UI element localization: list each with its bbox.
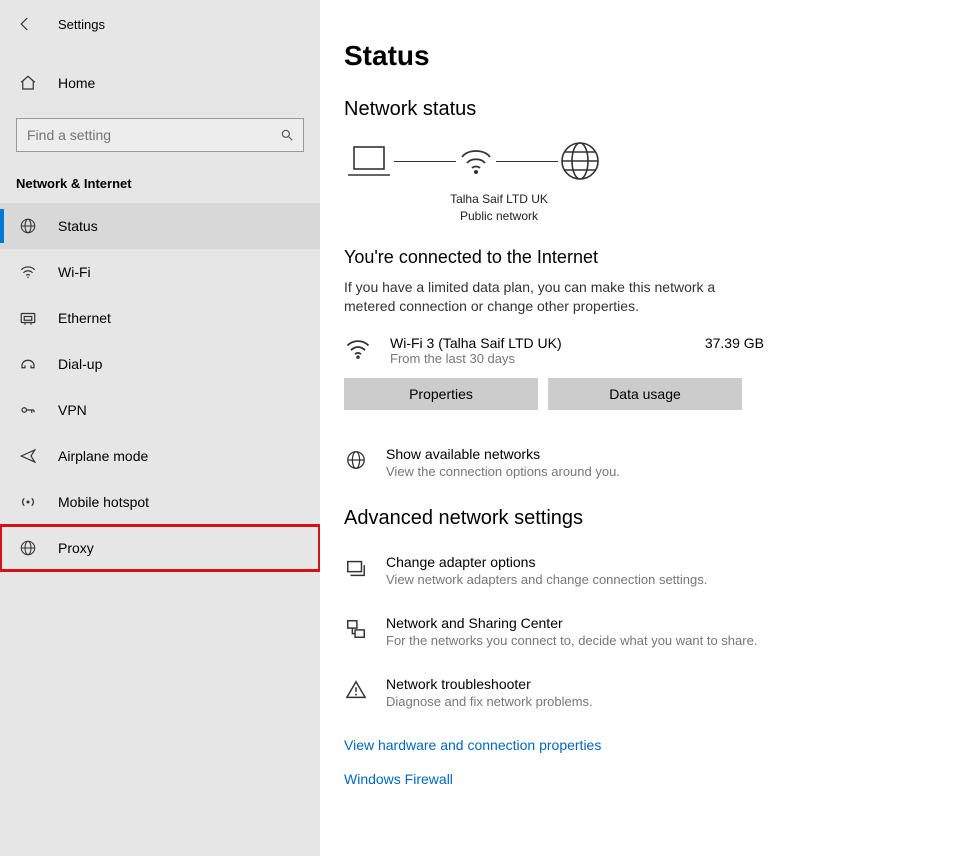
- sidebar-item-dialup[interactable]: Dial-up: [0, 341, 320, 387]
- sidebar-item-label: Proxy: [58, 540, 94, 556]
- ethernet-icon: [18, 308, 38, 328]
- windows-firewall-link[interactable]: Windows Firewall: [344, 771, 944, 787]
- network-name: Talha Saif LTD UK: [424, 191, 574, 208]
- sidebar-item-ethernet[interactable]: Ethernet: [0, 295, 320, 341]
- advanced-heading: Advanced network settings: [344, 507, 944, 530]
- troubleshooter-row[interactable]: Network troubleshooter Diagnose and fix …: [344, 676, 864, 709]
- back-icon[interactable]: [16, 15, 34, 33]
- button-row: Properties Data usage: [344, 378, 944, 410]
- app-title: Settings: [58, 17, 105, 32]
- option-sub: View network adapters and change connect…: [386, 572, 707, 587]
- data-usage-button[interactable]: Data usage: [548, 378, 742, 410]
- option-sub: For the networks you connect to, decide …: [386, 633, 757, 648]
- network-diagram: [344, 139, 944, 183]
- usage-amount: 37.39 GB: [705, 335, 764, 351]
- sharing-center-row[interactable]: Network and Sharing Center For the netwo…: [344, 615, 864, 648]
- sidebar-item-proxy[interactable]: Proxy: [0, 525, 320, 571]
- sidebar-item-airplane[interactable]: Airplane mode: [0, 433, 320, 479]
- network-type: Public network: [424, 208, 574, 225]
- airplane-icon: [18, 446, 38, 466]
- titlebar: Settings: [0, 0, 320, 48]
- wifi-icon: [18, 262, 38, 282]
- hardware-properties-link[interactable]: View hardware and connection properties: [344, 737, 944, 753]
- globe-icon: [344, 448, 368, 472]
- adapter-icon: [344, 556, 368, 580]
- show-networks-row[interactable]: Show available networks View the connect…: [344, 446, 864, 479]
- router-wifi-icon: [456, 141, 496, 181]
- sidebar-item-label: VPN: [58, 402, 87, 418]
- globe-icon: [558, 139, 602, 183]
- sidebar-item-label: Mobile hotspot: [58, 494, 149, 510]
- diagram-labels: Talha Saif LTD UK Public network: [424, 191, 574, 225]
- network-status-heading: Network status: [344, 98, 944, 121]
- sidebar-item-home[interactable]: Home: [0, 60, 320, 106]
- status-icon: [18, 216, 38, 236]
- usage-network-name: Wi-Fi 3 (Talha Saif LTD UK): [390, 335, 687, 351]
- option-sub: Diagnose and fix network problems.: [386, 694, 593, 709]
- sidebar-item-hotspot[interactable]: Mobile hotspot: [0, 479, 320, 525]
- search-input[interactable]: [16, 118, 304, 152]
- sidebar-item-wifi[interactable]: Wi-Fi: [0, 249, 320, 295]
- sidebar-item-label: Wi-Fi: [58, 264, 91, 280]
- sidebar-item-label: Status: [58, 218, 98, 234]
- sidebar-item-label: Airplane mode: [58, 448, 148, 464]
- vpn-icon: [18, 400, 38, 420]
- sidebar-item-vpn[interactable]: VPN: [0, 387, 320, 433]
- search-icon: [280, 128, 294, 142]
- usage-row: Wi-Fi 3 (Talha Saif LTD UK) From the las…: [344, 335, 764, 366]
- hotspot-icon: [18, 492, 38, 512]
- sidebar-item-status[interactable]: Status: [0, 203, 320, 249]
- sidebar-item-label: Ethernet: [58, 310, 111, 326]
- option-title: Network and Sharing Center: [386, 615, 757, 631]
- sidebar-item-label: Home: [58, 75, 95, 91]
- adapter-options-row[interactable]: Change adapter options View network adap…: [344, 554, 864, 587]
- connected-title: You're connected to the Internet: [344, 247, 944, 268]
- properties-button[interactable]: Properties: [344, 378, 538, 410]
- sidebar-item-label: Dial-up: [58, 356, 102, 372]
- category-title: Network & Internet: [0, 152, 320, 203]
- page-title: Status: [344, 40, 944, 72]
- dialup-icon: [18, 354, 38, 374]
- sharing-icon: [344, 617, 368, 641]
- proxy-icon: [18, 538, 38, 558]
- wifi-icon: [344, 335, 372, 363]
- connected-desc: If you have a limited data plan, you can…: [344, 278, 744, 317]
- sidebar: Settings Home Network & Internet Status …: [0, 0, 320, 856]
- option-sub: View the connection options around you.: [386, 464, 620, 479]
- laptop-icon: [344, 141, 394, 181]
- option-title: Network troubleshooter: [386, 676, 593, 692]
- option-title: Show available networks: [386, 446, 620, 462]
- search-wrap: [16, 118, 304, 152]
- connection-line: [394, 161, 456, 162]
- connection-line: [496, 161, 558, 162]
- option-title: Change adapter options: [386, 554, 707, 570]
- usage-period: From the last 30 days: [390, 351, 687, 366]
- home-icon: [18, 73, 38, 93]
- main-content: Status Network status Talha Saif LTD UK …: [320, 0, 968, 856]
- warning-icon: [344, 678, 368, 702]
